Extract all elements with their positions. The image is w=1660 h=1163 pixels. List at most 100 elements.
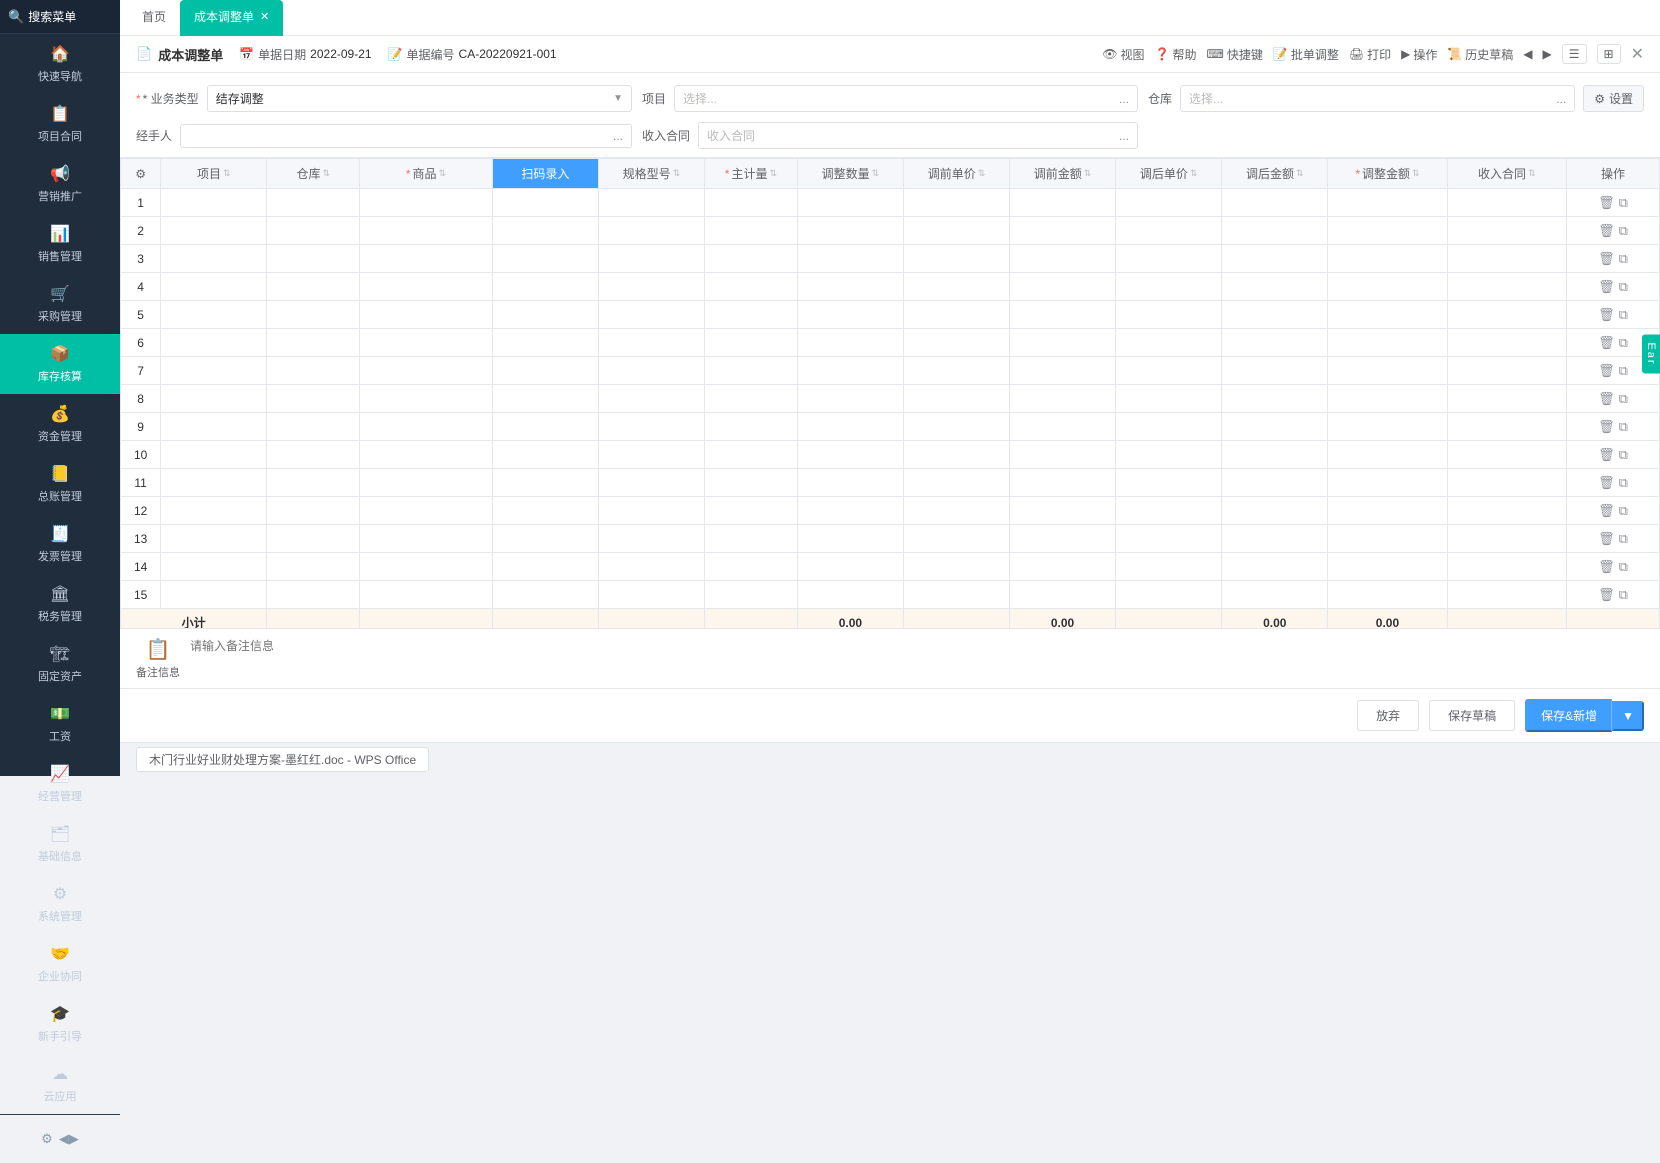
project-ellipsis[interactable]: ... (1119, 92, 1129, 106)
sidebar-item-finance[interactable]: 💰 资金管理 (0, 394, 120, 454)
nav-next-btn[interactable]: ▶ (1543, 47, 1552, 61)
col-goods-header[interactable]: *商品 ⇅ (360, 159, 493, 189)
unit-sort-icon[interactable]: ⇅ (769, 168, 777, 179)
table-cell[interactable] (1328, 217, 1447, 245)
table-cell[interactable] (903, 189, 1009, 217)
table-cell[interactable] (705, 525, 798, 553)
table-cell[interactable] (598, 301, 704, 329)
col-amount-before-header[interactable]: 调前金额 ⇅ (1010, 159, 1116, 189)
table-cell[interactable] (492, 245, 598, 273)
income-contract-ellipsis[interactable]: ... (1119, 129, 1129, 143)
table-cell[interactable] (1328, 497, 1447, 525)
table-cell[interactable] (267, 469, 360, 497)
table-cell[interactable] (1328, 441, 1447, 469)
table-cell[interactable] (492, 525, 598, 553)
sidebar-item-payroll[interactable]: 💵 工资 (0, 694, 120, 754)
table-cell[interactable] (1328, 469, 1447, 497)
table-cell[interactable] (1010, 581, 1116, 609)
table-cell[interactable] (492, 413, 598, 441)
income-contract-input[interactable]: 收入合同 ... (698, 122, 1138, 149)
table-cell[interactable] (267, 357, 360, 385)
table-cell[interactable] (161, 525, 267, 553)
table-cell[interactable] (492, 581, 598, 609)
operation-btn[interactable]: ▶ 操作 (1401, 46, 1437, 63)
table-cell[interactable] (161, 413, 267, 441)
table-cell[interactable] (1222, 581, 1328, 609)
table-cell[interactable] (598, 497, 704, 525)
table-cell[interactable] (598, 189, 704, 217)
col-warehouse-header[interactable]: 仓库 ⇅ (267, 159, 360, 189)
table-cell[interactable] (1116, 189, 1222, 217)
form-close-btn[interactable]: ✕ (1631, 44, 1644, 64)
table-cell[interactable] (492, 497, 598, 525)
table-cell[interactable] (492, 357, 598, 385)
table-cell[interactable] (903, 385, 1009, 413)
table-cell[interactable] (1222, 329, 1328, 357)
table-cell[interactable] (598, 385, 704, 413)
table-cell[interactable] (161, 497, 267, 525)
table-cell[interactable] (598, 581, 704, 609)
table-cell[interactable] (797, 469, 903, 497)
table-cell[interactable] (797, 273, 903, 301)
table-cell[interactable] (1222, 525, 1328, 553)
copy-icon[interactable]: ⧉ (1619, 307, 1628, 323)
table-cell[interactable] (1328, 329, 1447, 357)
copy-icon[interactable]: ⧉ (1619, 195, 1628, 211)
table-cell[interactable] (598, 273, 704, 301)
table-cell[interactable] (492, 553, 598, 581)
table-cell[interactable] (903, 413, 1009, 441)
table-cell[interactable] (1116, 385, 1222, 413)
table-cell[interactable] (1116, 497, 1222, 525)
table-cell[interactable] (267, 525, 360, 553)
table-cell[interactable] (161, 301, 267, 329)
table-cell[interactable] (598, 245, 704, 273)
table-cell[interactable] (161, 329, 267, 357)
table-cell[interactable] (1222, 217, 1328, 245)
table-cell[interactable] (1447, 469, 1566, 497)
delete-icon[interactable]: 🗑 (1598, 195, 1615, 211)
table-cell[interactable] (1116, 301, 1222, 329)
table-cell[interactable] (161, 385, 267, 413)
col-spec-header[interactable]: 规格型号 ⇅ (598, 159, 704, 189)
price-before-sort-icon[interactable]: ⇅ (978, 168, 986, 179)
table-cell[interactable] (161, 469, 267, 497)
handler-input[interactable]: ... (180, 124, 632, 148)
copy-icon[interactable]: ⧉ (1619, 419, 1628, 435)
table-cell[interactable] (267, 329, 360, 357)
sidebar-item-purchase[interactable]: 🛒 采购管理 (0, 274, 120, 334)
settings-button[interactable]: ⚙ 设置 (1583, 85, 1644, 112)
table-cell[interactable] (360, 245, 493, 273)
project-sort-icon[interactable]: ⇅ (223, 168, 231, 179)
table-cell[interactable] (1328, 357, 1447, 385)
nav-prev-btn[interactable]: ◀ (1523, 47, 1532, 61)
table-cell[interactable] (598, 553, 704, 581)
table-cell[interactable] (903, 329, 1009, 357)
table-cell[interactable] (161, 273, 267, 301)
table-cell[interactable] (360, 469, 493, 497)
table-cell[interactable] (705, 189, 798, 217)
copy-icon[interactable]: ⧉ (1619, 223, 1628, 239)
sidebar-item-fixed-assets[interactable]: 🏗 固定资产 (0, 634, 120, 694)
col-scan-header[interactable]: 扫码录入 (492, 159, 598, 189)
table-cell[interactable] (797, 497, 903, 525)
sidebar-item-inventory[interactable]: 📦 库存核算 (0, 334, 120, 394)
sidebar-item-enterprise[interactable]: 🤝 企业协同 (0, 934, 120, 994)
table-cell[interactable] (705, 357, 798, 385)
table-cell[interactable] (1447, 497, 1566, 525)
table-cell[interactable] (267, 497, 360, 525)
table-cell[interactable] (1222, 385, 1328, 413)
delete-icon[interactable]: 🗑 (1598, 419, 1615, 435)
table-cell[interactable] (797, 581, 903, 609)
table-cell[interactable] (903, 357, 1009, 385)
table-cell[interactable] (1222, 553, 1328, 581)
table-cell[interactable] (1328, 189, 1447, 217)
table-cell[interactable] (1222, 357, 1328, 385)
discard-button[interactable]: 放弃 (1357, 700, 1419, 731)
table-cell[interactable] (1447, 581, 1566, 609)
delete-icon[interactable]: 🗑 (1598, 559, 1615, 575)
sidebar-settings-btn[interactable]: ⚙ ◀▶ (0, 1123, 120, 1155)
list-view-btn[interactable]: ☰ (1562, 44, 1587, 64)
table-cell[interactable] (360, 301, 493, 329)
batch-modify-btn[interactable]: 📝 批单调整 (1273, 46, 1339, 63)
table-cell[interactable] (1116, 553, 1222, 581)
